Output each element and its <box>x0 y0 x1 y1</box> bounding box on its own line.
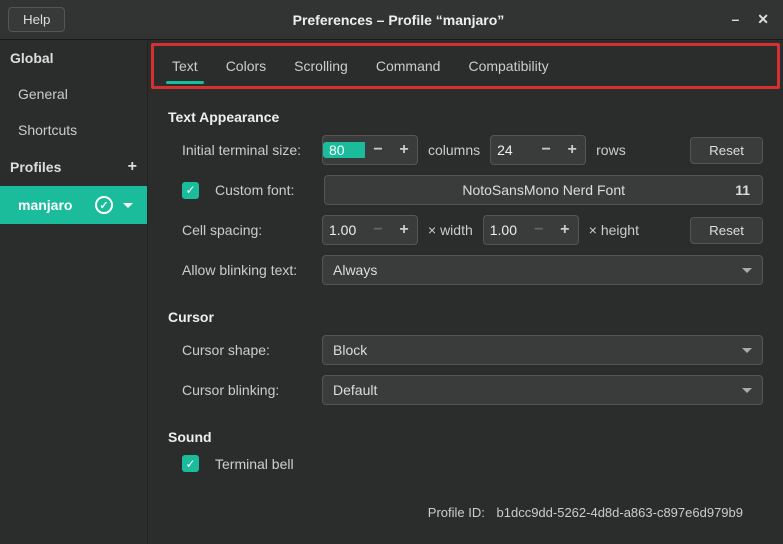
sidebar-section-global: Global <box>0 40 147 76</box>
section-text-appearance: Text Appearance <box>168 109 763 125</box>
width-decr-icon[interactable]: − <box>365 221 391 239</box>
columns-incr-icon[interactable]: + <box>391 141 417 159</box>
cell-spacing-label: Cell spacing: <box>182 222 312 238</box>
rows-decr-icon[interactable]: − <box>533 141 559 159</box>
help-button[interactable]: Help <box>8 7 65 32</box>
profiles-label: Profiles <box>10 159 61 175</box>
sidebar-item-manjaro[interactable]: manjaro <box>0 186 147 224</box>
height-value[interactable]: 1.00 <box>484 222 526 238</box>
tab-text[interactable]: Text <box>158 48 212 86</box>
columns-value[interactable]: 80 <box>323 142 365 158</box>
global-label: Global <box>10 50 54 66</box>
cursor-blinking-value: Default <box>333 382 377 398</box>
cursor-shape-label: Cursor shape: <box>182 342 312 358</box>
profile-id-value: b1dcc9dd-5262-4d8d-a863-c897e6d979b9 <box>497 505 744 520</box>
profile-id-label: Profile ID: <box>428 505 485 520</box>
width-incr-icon[interactable]: + <box>391 221 417 239</box>
sidebar-item-label: Shortcuts <box>18 122 77 138</box>
chevron-down-icon <box>742 268 752 273</box>
add-profile-icon[interactable] <box>128 158 137 176</box>
terminal-bell-checkbox[interactable] <box>182 455 199 472</box>
rows-spinner[interactable]: 24 − + <box>490 135 586 165</box>
columns-decr-icon[interactable]: − <box>365 141 391 159</box>
titlebar: Help Preferences – Profile “manjaro” <box>0 0 783 40</box>
main-panel: Text Colors Scrolling Command Compatibil… <box>147 40 783 544</box>
window-title: Preferences – Profile “manjaro” <box>65 12 731 28</box>
width-spinner[interactable]: 1.00 − + <box>322 215 418 245</box>
sidebar-item-label: manjaro <box>18 197 72 213</box>
sidebar-section-profiles: Profiles <box>0 148 147 186</box>
columns-unit: columns <box>428 142 480 158</box>
font-name: NotoSansMono Nerd Font <box>462 182 625 198</box>
custom-font-label: Custom font: <box>215 182 294 198</box>
height-incr-icon[interactable]: + <box>552 221 578 239</box>
section-cursor: Cursor <box>168 309 763 325</box>
tab-colors[interactable]: Colors <box>212 48 280 86</box>
font-size: 11 <box>735 182 750 198</box>
footer: Profile ID: b1dcc9dd-5262-4d8d-a863-c897… <box>168 495 763 536</box>
profile-menu-icon[interactable] <box>123 203 133 208</box>
cursor-shape-dropdown[interactable]: Block <box>322 335 763 365</box>
cursor-shape-value: Block <box>333 342 367 358</box>
cursor-blinking-dropdown[interactable]: Default <box>322 375 763 405</box>
allow-blinking-value: Always <box>333 262 377 278</box>
reset-spacing-button[interactable]: Reset <box>690 217 763 244</box>
sidebar-item-label: General <box>18 86 68 102</box>
font-chooser-button[interactable]: NotoSansMono Nerd Font 11 <box>324 175 763 205</box>
width-value[interactable]: 1.00 <box>323 222 365 238</box>
window-controls <box>731 11 775 28</box>
allow-blinking-dropdown[interactable]: Always <box>322 255 763 285</box>
sidebar: Global General Shortcuts Profiles manjar… <box>0 40 147 544</box>
cursor-blinking-label: Cursor blinking: <box>182 382 312 398</box>
height-spinner[interactable]: 1.00 − + <box>483 215 579 245</box>
minimize-icon[interactable] <box>731 11 739 28</box>
rows-incr-icon[interactable]: + <box>559 141 585 159</box>
width-unit: × width <box>428 222 473 238</box>
profile-default-icon[interactable] <box>95 196 113 214</box>
height-unit: × height <box>589 222 639 238</box>
rows-unit: rows <box>596 142 626 158</box>
initial-size-label: Initial terminal size: <box>182 142 312 158</box>
custom-font-checkbox[interactable] <box>182 182 199 199</box>
sidebar-item-shortcuts[interactable]: Shortcuts <box>0 112 147 148</box>
terminal-bell-label: Terminal bell <box>215 456 294 472</box>
rows-value[interactable]: 24 <box>491 142 533 158</box>
allow-blinking-label: Allow blinking text: <box>182 262 312 278</box>
tab-compatibility[interactable]: Compatibility <box>454 48 562 86</box>
columns-spinner[interactable]: 80 − + <box>322 135 418 165</box>
reset-size-button[interactable]: Reset <box>690 137 763 164</box>
tab-command[interactable]: Command <box>362 48 455 86</box>
section-sound: Sound <box>168 429 763 445</box>
tabs-highlight: Text Colors Scrolling Command Compatibil… <box>151 43 780 89</box>
tab-scrolling[interactable]: Scrolling <box>280 48 362 86</box>
chevron-down-icon <box>742 348 752 353</box>
close-icon[interactable] <box>757 11 769 28</box>
height-decr-icon[interactable]: − <box>526 221 552 239</box>
chevron-down-icon <box>742 388 752 393</box>
sidebar-item-general[interactable]: General <box>0 76 147 112</box>
